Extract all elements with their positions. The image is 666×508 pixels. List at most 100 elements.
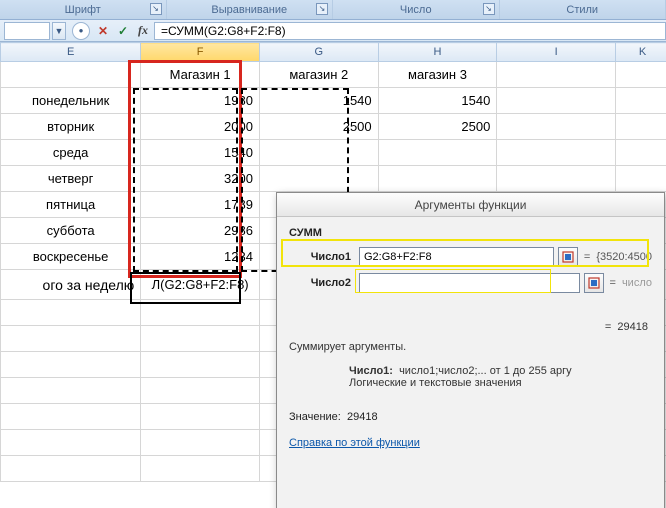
formula-bar: ▼ ● ✕ ✓ fx =СУММ(G2:G8+F2:F8) xyxy=(0,20,666,42)
cell[interactable]: пятница xyxy=(1,192,141,218)
cell[interactable] xyxy=(616,62,666,88)
cell[interactable]: магазин 2 xyxy=(259,62,378,88)
argument-label: Число2 xyxy=(289,277,359,289)
cell[interactable] xyxy=(1,62,141,88)
active-formula-cell[interactable]: Л(G2:G8+F2:F8) xyxy=(141,270,260,300)
cell[interactable]: 1540 xyxy=(259,88,378,114)
cell[interactable]: 2986 xyxy=(141,218,260,244)
column-header-row: E F G H I K xyxy=(1,43,666,62)
cell[interactable]: среда xyxy=(1,140,141,166)
ribbon-group-number[interactable]: Число ↘ xyxy=(333,0,500,19)
cell[interactable]: 1234 xyxy=(141,244,260,270)
cell[interactable] xyxy=(497,166,616,192)
cell[interactable]: 2000 xyxy=(141,114,260,140)
cell[interactable]: суббота xyxy=(1,218,141,244)
cell[interactable]: Магазин 1 xyxy=(141,62,260,88)
formula-input[interactable]: =СУММ(G2:G8+F2:F8) xyxy=(154,22,666,40)
cell[interactable]: 1789 xyxy=(141,192,260,218)
argument-help: Число1: число1;число2;... от 1 до 255 ар… xyxy=(349,365,652,389)
function-description: Суммирует аргументы. xyxy=(289,341,652,353)
range-picker-icon xyxy=(588,277,600,289)
ribbon-expand-icon[interactable]: ↘ xyxy=(316,3,328,15)
fx-circle-icon[interactable]: ● xyxy=(72,22,90,40)
argument-row: Число2 = число xyxy=(289,273,652,293)
formula-result: = 29418 xyxy=(289,321,648,333)
ribbon-group-label: Стили xyxy=(566,4,598,16)
ribbon-expand-icon[interactable]: ↘ xyxy=(150,3,162,15)
col-header[interactable]: E xyxy=(1,43,141,62)
cell[interactable]: магазин 3 xyxy=(378,62,497,88)
cell[interactable] xyxy=(141,352,260,378)
cell[interactable] xyxy=(1,430,141,456)
cell[interactable] xyxy=(616,114,666,140)
function-help-link[interactable]: Справка по этой функции xyxy=(289,437,420,449)
cell[interactable] xyxy=(141,404,260,430)
cell[interactable] xyxy=(378,140,497,166)
cell[interactable] xyxy=(1,300,141,326)
table-row: понедельник 1980 1540 1540 xyxy=(1,88,666,114)
cell[interactable] xyxy=(1,352,141,378)
cell[interactable]: 3200 xyxy=(141,166,260,192)
col-header[interactable]: H xyxy=(378,43,497,62)
accept-formula-button[interactable]: ✓ xyxy=(114,22,132,40)
cell[interactable] xyxy=(141,456,260,482)
spreadsheet-grid[interactable]: E F G H I K Магазин 1 магазин 2 магазин … xyxy=(0,42,666,508)
ribbon-group-label: Шрифт xyxy=(65,4,101,16)
dialog-title: Аргументы функции xyxy=(277,193,664,217)
ribbon-group-styles[interactable]: Стили xyxy=(500,0,666,19)
cell[interactable]: 1540 xyxy=(141,140,260,166)
cell[interactable]: 2500 xyxy=(378,114,497,140)
cell[interactable] xyxy=(616,140,666,166)
ribbon-group-font[interactable]: Шрифт ↘ xyxy=(0,0,167,19)
cell[interactable] xyxy=(141,326,260,352)
cell[interactable] xyxy=(259,166,378,192)
cancel-formula-button[interactable]: ✕ xyxy=(94,22,112,40)
range-picker-button[interactable] xyxy=(584,273,604,293)
argument-input[interactable] xyxy=(359,247,554,267)
col-header[interactable]: G xyxy=(259,43,378,62)
name-box-dropdown[interactable]: ▼ xyxy=(52,22,66,40)
cell[interactable] xyxy=(1,456,141,482)
fx-button[interactable]: fx xyxy=(134,22,152,40)
value-row: Значение: 29418 xyxy=(289,411,652,423)
cell[interactable] xyxy=(616,88,666,114)
cell[interactable] xyxy=(497,114,616,140)
equals-sign: = xyxy=(610,277,616,289)
cell[interactable]: 1980 xyxy=(141,88,260,114)
cell[interactable] xyxy=(141,430,260,456)
col-header[interactable]: F xyxy=(141,43,260,62)
cell[interactable] xyxy=(497,88,616,114)
ribbon-group-alignment[interactable]: Выравнивание ↘ xyxy=(167,0,334,19)
argument-preview: {3520:4500 xyxy=(596,251,652,263)
cell[interactable]: четверг xyxy=(1,166,141,192)
cell[interactable]: воскресенье xyxy=(1,244,141,270)
col-header[interactable]: I xyxy=(497,43,616,62)
cell[interactable] xyxy=(259,140,378,166)
equals-sign: = xyxy=(584,251,590,263)
cell[interactable]: ого за неделю xyxy=(1,270,141,300)
cell[interactable] xyxy=(1,404,141,430)
cell[interactable]: вторник xyxy=(1,114,141,140)
cell[interactable] xyxy=(616,166,666,192)
argument-input[interactable] xyxy=(359,273,580,293)
cell[interactable] xyxy=(497,62,616,88)
ribbon-group-labels: Шрифт ↘ Выравнивание ↘ Число ↘ Стили xyxy=(0,0,666,20)
cell[interactable] xyxy=(378,166,497,192)
cell[interactable] xyxy=(141,378,260,404)
cell[interactable] xyxy=(497,140,616,166)
col-header[interactable]: K xyxy=(616,43,666,62)
cell[interactable]: понедельник xyxy=(1,88,141,114)
cell[interactable] xyxy=(141,300,260,326)
cell[interactable]: 1540 xyxy=(378,88,497,114)
ribbon-expand-icon[interactable]: ↘ xyxy=(483,3,495,15)
table-row: вторник 2000 2500 2500 xyxy=(1,114,666,140)
argument-row: Число1 = {3520:4500 xyxy=(289,247,652,267)
argument-label: Число1 xyxy=(289,251,359,263)
ribbon-group-label: Число xyxy=(400,4,432,16)
cell[interactable]: 2500 xyxy=(259,114,378,140)
name-box[interactable] xyxy=(4,22,50,40)
range-picker-button[interactable] xyxy=(558,247,578,267)
cell[interactable] xyxy=(1,326,141,352)
cell[interactable] xyxy=(1,378,141,404)
function-arguments-dialog: Аргументы функции СУММ Число1 = {3520:45… xyxy=(276,192,665,508)
